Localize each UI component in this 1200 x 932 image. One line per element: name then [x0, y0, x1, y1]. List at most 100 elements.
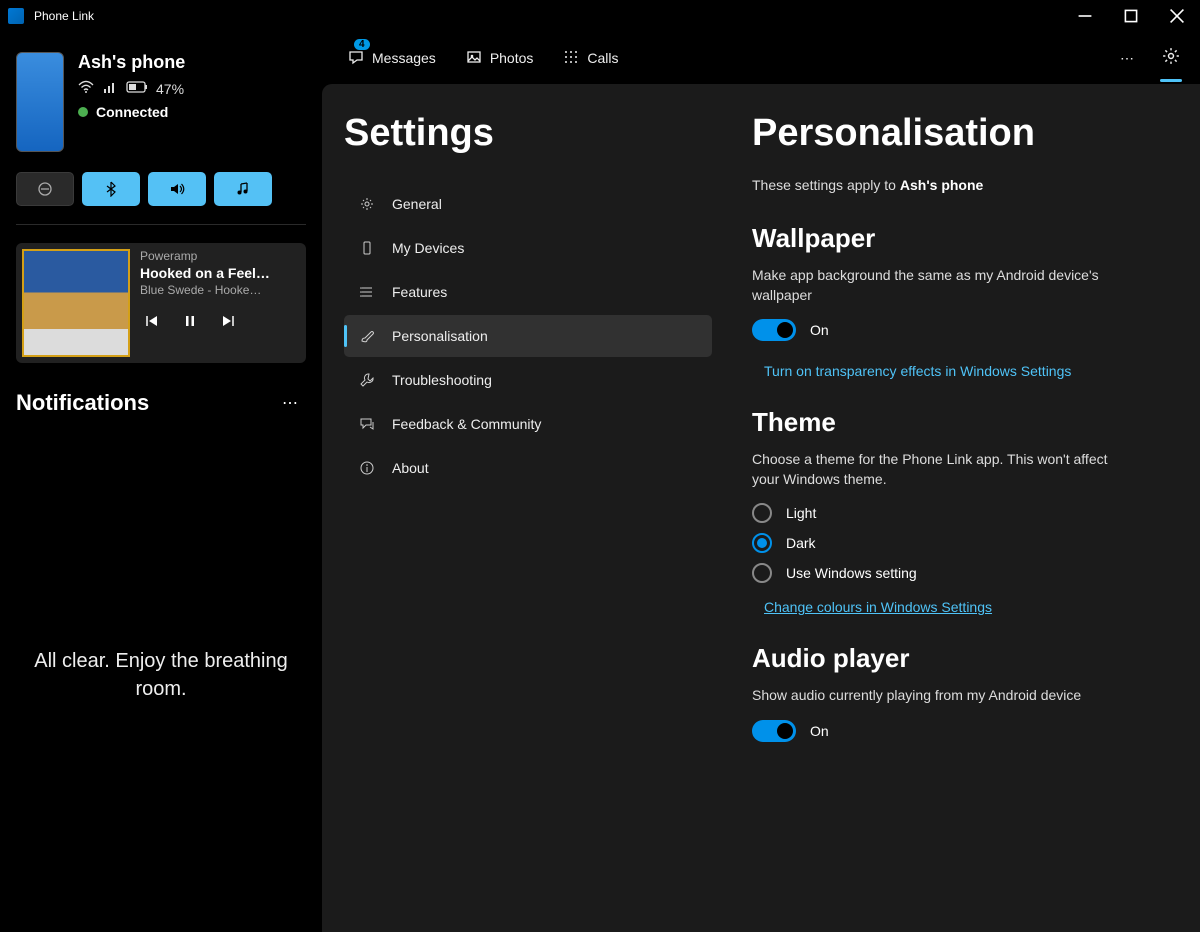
theme-radio-dark[interactable]: Dark: [752, 533, 1160, 553]
top-nav: 4 Messages Photos Calls ⋯: [322, 32, 1200, 84]
nav-messages[interactable]: 4 Messages: [336, 41, 448, 76]
music-button[interactable]: [214, 172, 272, 206]
feedback-icon: [358, 415, 376, 433]
audio-toggle[interactable]: [752, 720, 796, 742]
notifications-title: Notifications: [16, 390, 149, 416]
app-title: Phone Link: [34, 9, 94, 23]
notifications-header: Notifications ⋯: [16, 389, 306, 417]
media-artist: Blue Swede - Hooke…: [140, 283, 300, 297]
audio-heading: Audio player: [752, 643, 1160, 674]
media-app-name: Poweramp: [140, 249, 300, 263]
wallpaper-heading: Wallpaper: [752, 223, 1160, 254]
panel-subtext: These settings apply to Ash's phone: [752, 177, 1160, 193]
panel-heading: Personalisation: [752, 112, 1160, 155]
settings-item-label: About: [392, 460, 429, 476]
settings-item-feedback[interactable]: Feedback & Community: [344, 403, 712, 445]
notifications-more-button[interactable]: ⋯: [274, 389, 306, 417]
brush-icon: [358, 327, 376, 345]
radio-label: Dark: [786, 535, 816, 551]
phone-icon: [358, 239, 376, 257]
colours-link[interactable]: Change colours in Windows Settings: [764, 599, 992, 615]
settings-item-label: My Devices: [392, 240, 464, 256]
dnd-button[interactable]: [16, 172, 74, 206]
close-button[interactable]: [1154, 0, 1200, 32]
theme-radio-windows[interactable]: Use Windows setting: [752, 563, 1160, 583]
settings-nav: Settings General My Devices Features Per…: [322, 84, 722, 932]
volume-button[interactable]: [148, 172, 206, 206]
audio-toggle-state: On: [810, 723, 829, 739]
sidebar: Ash's phone 47% Connected: [0, 32, 322, 932]
radio-icon: [752, 503, 772, 523]
calls-icon: [563, 49, 579, 68]
wrench-icon: [358, 371, 376, 389]
maximize-button[interactable]: [1108, 0, 1154, 32]
overflow-button[interactable]: ⋯: [1108, 42, 1146, 75]
wallpaper-toggle[interactable]: [752, 319, 796, 341]
settings-item-devices[interactable]: My Devices: [344, 227, 712, 269]
titlebar: Phone Link: [0, 0, 1200, 32]
battery-percent: 47%: [156, 81, 184, 97]
minimize-button[interactable]: [1062, 0, 1108, 32]
settings-item-label: Personalisation: [392, 328, 488, 344]
personalisation-panel: Personalisation These settings apply to …: [722, 84, 1200, 932]
radio-label: Light: [786, 505, 816, 521]
album-art: [22, 249, 130, 357]
messages-icon: [348, 49, 364, 68]
messages-badge: 4: [354, 39, 370, 50]
settings-item-general[interactable]: General: [344, 183, 712, 225]
wallpaper-desc: Make app background the same as my Andro…: [752, 266, 1132, 305]
transparency-link[interactable]: Turn on transparency effects in Windows …: [764, 363, 1071, 379]
device-summary: Ash's phone 47% Connected: [16, 52, 306, 152]
nav-calls[interactable]: Calls: [551, 41, 630, 76]
signal-icon: [102, 79, 118, 98]
battery-icon: [126, 80, 148, 97]
settings-item-label: Features: [392, 284, 447, 300]
settings-heading: Settings: [344, 112, 712, 155]
apply-device: Ash's phone: [900, 177, 983, 193]
list-icon: [358, 283, 376, 301]
wifi-icon: [78, 79, 94, 98]
wallpaper-toggle-state: On: [810, 322, 829, 338]
theme-radio-light[interactable]: Light: [752, 503, 1160, 523]
notifications-empty-text: All clear. Enjoy the breathing room.: [16, 647, 306, 703]
device-status-row: 47%: [78, 79, 185, 98]
main-area: 4 Messages Photos Calls ⋯ Settings: [322, 32, 1200, 932]
apply-prefix: These settings apply to: [752, 177, 900, 193]
window-controls: [1062, 0, 1200, 32]
theme-desc: Choose a theme for the Phone Link app. T…: [752, 450, 1132, 489]
settings-button[interactable]: [1156, 41, 1186, 76]
prev-track-button[interactable]: [140, 309, 164, 333]
radio-icon: [752, 563, 772, 583]
phone-thumbnail[interactable]: [16, 52, 64, 152]
media-card[interactable]: Poweramp Hooked on a Feel… Blue Swede - …: [16, 243, 306, 363]
nav-calls-label: Calls: [587, 50, 618, 66]
settings-item-about[interactable]: About: [344, 447, 712, 489]
gear-icon: [358, 195, 376, 213]
info-icon: [358, 459, 376, 477]
device-name: Ash's phone: [78, 52, 185, 73]
nav-photos[interactable]: Photos: [454, 41, 546, 76]
settings-item-label: Feedback & Community: [392, 416, 541, 432]
settings-item-personalisation[interactable]: Personalisation: [344, 315, 712, 357]
settings-item-troubleshooting[interactable]: Troubleshooting: [344, 359, 712, 401]
connection-status: Connected: [78, 104, 185, 120]
connection-label: Connected: [96, 104, 168, 120]
quick-actions: [16, 172, 306, 206]
radio-label: Use Windows setting: [786, 565, 917, 581]
media-track-title: Hooked on a Feel…: [140, 265, 300, 281]
bluetooth-button[interactable]: [82, 172, 140, 206]
nav-messages-label: Messages: [372, 50, 436, 66]
settings-item-label: Troubleshooting: [392, 372, 492, 388]
status-dot-icon: [78, 107, 88, 117]
radio-icon: [752, 533, 772, 553]
settings-item-label: General: [392, 196, 442, 212]
pause-button[interactable]: [178, 309, 202, 333]
audio-desc: Show audio currently playing from my And…: [752, 686, 1132, 706]
photos-icon: [466, 49, 482, 68]
nav-photos-label: Photos: [490, 50, 534, 66]
divider: [16, 224, 306, 225]
app-icon: [8, 8, 24, 24]
theme-heading: Theme: [752, 407, 1160, 438]
next-track-button[interactable]: [216, 309, 240, 333]
settings-item-features[interactable]: Features: [344, 271, 712, 313]
